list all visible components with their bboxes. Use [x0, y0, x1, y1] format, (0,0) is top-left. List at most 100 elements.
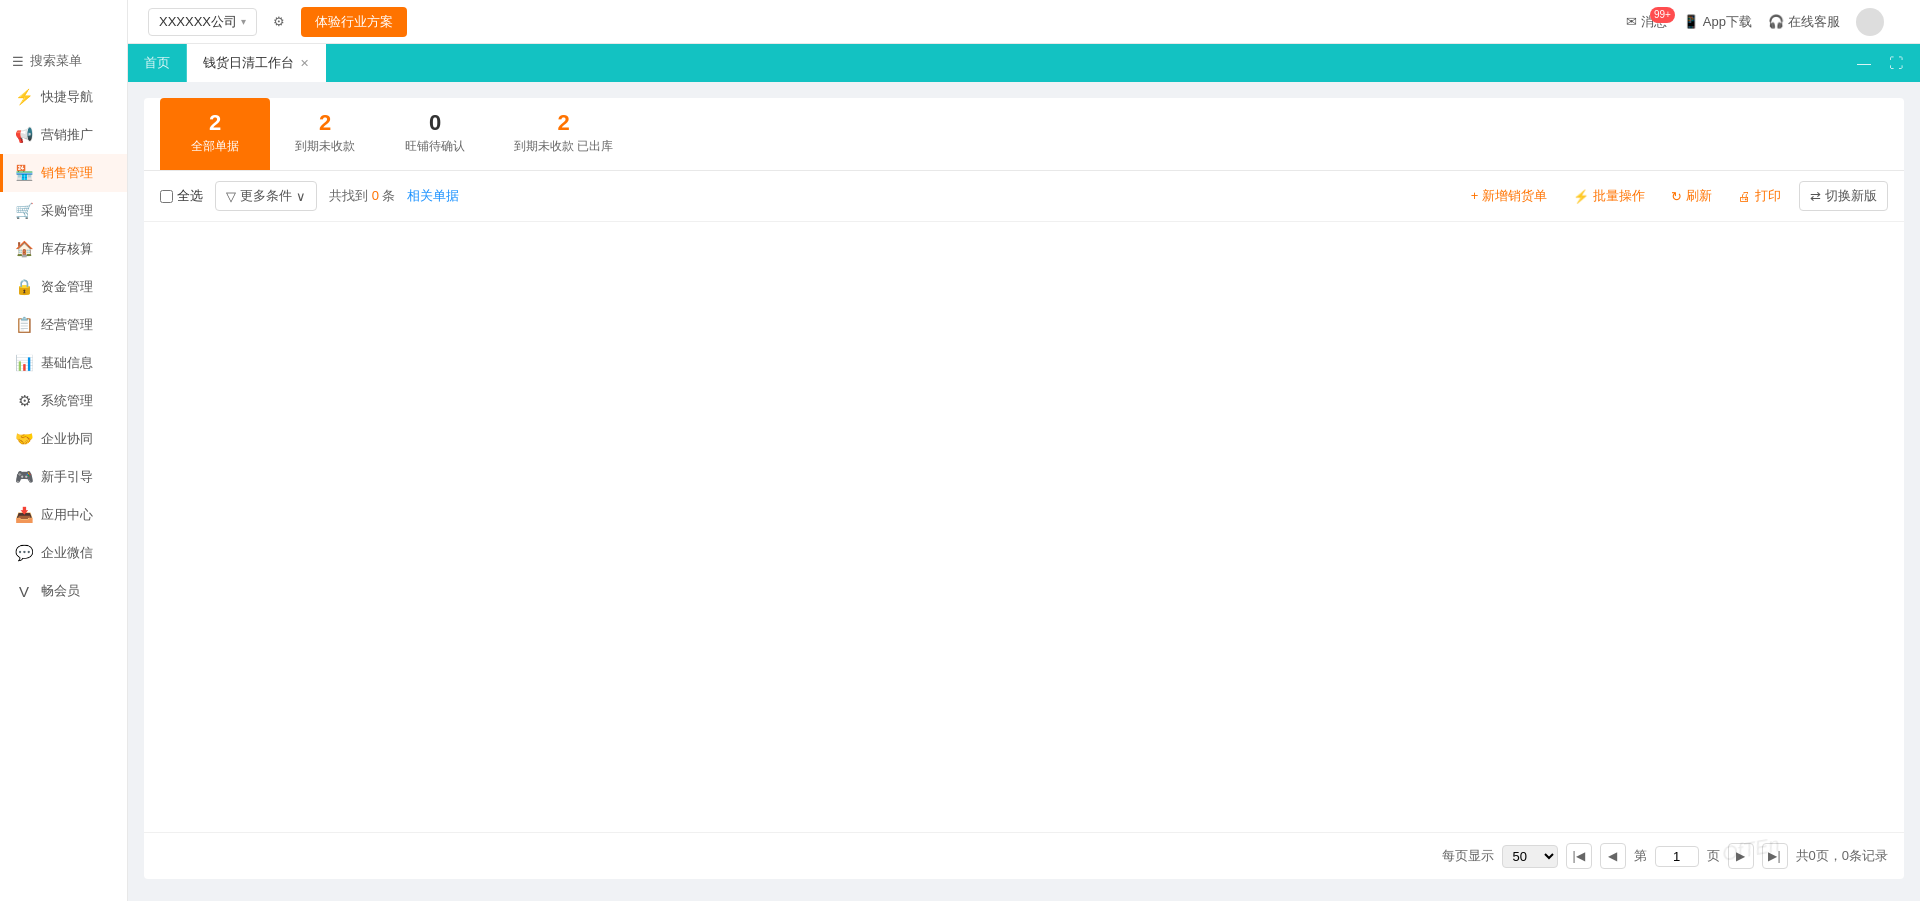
sidebar-label-guide: 新手引导	[41, 468, 93, 486]
page-label: 第	[1634, 847, 1647, 865]
sidebar-item-member[interactable]: V 畅会员	[0, 572, 127, 610]
company-selector[interactable]: XXXXXX公司 ▾	[148, 8, 257, 36]
sidebar-label-quick-nav: 快捷导航	[41, 88, 93, 106]
toolbar-left: 全选 ▽ 更多条件 ∨ 共找到 0 条 相关单据	[160, 181, 1447, 211]
message-icon: ✉	[1626, 14, 1637, 29]
messages-button[interactable]: ✉ 消息 99+	[1626, 13, 1667, 31]
sidebar-label-wechat: 企业微信	[41, 544, 93, 562]
online-service-label: 在线客服	[1788, 13, 1840, 31]
sidebar-icon-wechat: 💬	[15, 544, 33, 562]
app-download-label: App下载	[1703, 13, 1752, 31]
settings-button[interactable]: ⚙	[265, 8, 293, 36]
stats-label-0: 全部单据	[191, 138, 239, 155]
sidebar-item-basic-info[interactable]: 📊 基础信息	[0, 344, 127, 382]
avatar[interactable]	[1856, 8, 1884, 36]
stats-count-3: 2	[558, 110, 570, 136]
batch-operation-button[interactable]: ⚡ 批量操作	[1565, 182, 1653, 210]
trial-button[interactable]: 体验行业方案	[301, 7, 407, 37]
sidebar-label-member: 畅会员	[41, 582, 80, 600]
sidebar-item-inventory[interactable]: 🏠 库存核算	[0, 230, 127, 268]
sidebar-label-appstore: 应用中心	[41, 506, 93, 524]
last-page-button[interactable]: ▶|	[1762, 843, 1788, 869]
sidebar-label-finance: 资金管理	[41, 278, 93, 296]
sidebar-item-guide[interactable]: 🎮 新手引导	[0, 458, 127, 496]
service-icon: 🎧	[1768, 14, 1784, 29]
stats-tab-3[interactable]: 2 到期未收款 已出库	[490, 98, 637, 170]
nav-tab-1[interactable]: 钱货日清工作台 ✕	[187, 44, 326, 82]
sidebar-icon-operations: 📋	[15, 316, 33, 334]
sidebar-item-purchase[interactable]: 🛒 采购管理	[0, 192, 127, 230]
sidebar-item-wechat[interactable]: 💬 企业微信	[0, 534, 127, 572]
next-page-button[interactable]: ▶	[1728, 843, 1754, 869]
close-tab-icon-1[interactable]: ✕	[300, 57, 309, 70]
sidebar-label-enterprise: 企业协同	[41, 430, 93, 448]
switch-version-button[interactable]: ⇄ 切换新版	[1799, 181, 1888, 211]
sidebar-label-sales: 销售管理	[41, 164, 93, 182]
sidebar-label-inventory: 库存核算	[41, 240, 93, 258]
related-orders-link[interactable]: 相关单据	[407, 187, 459, 205]
messages-badge: 99+	[1650, 7, 1675, 23]
nav-tab-label-0: 首页	[144, 54, 170, 72]
sidebar-item-system[interactable]: ⚙ 系统管理	[0, 382, 127, 420]
maximize-button[interactable]: ⛶	[1884, 51, 1908, 75]
stats-tab-2[interactable]: 0 旺铺待确认	[380, 98, 490, 170]
filter-icon: ▽	[226, 189, 236, 204]
refresh-button[interactable]: ↻ 刷新	[1663, 182, 1720, 210]
sidebar-item-appstore[interactable]: 📥 应用中心	[0, 496, 127, 534]
sidebar-label-operations: 经营管理	[41, 316, 93, 334]
sidebar-item-enterprise[interactable]: 🤝 企业协同	[0, 420, 127, 458]
sidebar-label-marketing: 营销推广	[41, 126, 93, 144]
per-page-select[interactable]: 50 100 200	[1502, 845, 1558, 868]
sidebar-item-sales[interactable]: 🏪 销售管理	[0, 154, 127, 192]
main-content: 2 全部单据 2 到期未收款 0 旺铺待确认 2 到期未收款 已出库 全选 ▽ …	[128, 82, 1920, 901]
stats-count-0: 2	[209, 110, 221, 136]
nav-tab-0[interactable]: 首页	[128, 44, 187, 82]
sidebar-label-system: 系统管理	[41, 392, 93, 410]
sidebar-icon-appstore: 📥	[15, 506, 33, 524]
minimize-button[interactable]: —	[1852, 51, 1876, 75]
switch-icon: ⇄	[1810, 189, 1821, 204]
app-download-button[interactable]: 📱 App下载	[1683, 13, 1752, 31]
header-right: ✉ 消息 99+ 📱 App下载 🎧 在线客服	[1626, 8, 1908, 36]
search-menu-label: 搜索菜单	[30, 52, 82, 70]
nav-tabs: 首页 钱货日清工作台 ✕ — ⛶	[128, 44, 1920, 82]
sidebar-item-finance[interactable]: 🔒 资金管理	[0, 268, 127, 306]
pagination-footer: 每页显示 50 100 200 |◀ ◀ 第 页 ▶ ▶| 共0页，0条记录	[144, 832, 1904, 879]
search-icon: ☰	[12, 54, 24, 69]
toolbar-right: + 新增销货单 ⚡ 批量操作 ↻ 刷新 🖨 打印 ⇄ 切换新版	[1459, 181, 1888, 211]
nav-tab-label-1: 钱货日清工作台	[203, 54, 294, 72]
table-area	[144, 222, 1904, 832]
nav-tab-actions: — ⛶	[1852, 51, 1920, 75]
sidebar-label-purchase: 采购管理	[41, 202, 93, 220]
content-panel: 2 全部单据 2 到期未收款 0 旺铺待确认 2 到期未收款 已出库 全选 ▽ …	[144, 98, 1904, 879]
sidebar-icon-member: V	[15, 582, 33, 600]
sidebar-item-marketing[interactable]: 📢 营销推广	[0, 116, 127, 154]
first-page-button[interactable]: |◀	[1566, 843, 1592, 869]
sidebar-item-quick-nav[interactable]: ⚡ 快捷导航	[0, 78, 127, 116]
stats-label-2: 旺铺待确认	[405, 138, 465, 155]
sidebar-icon-quick-nav: ⚡	[15, 88, 33, 106]
select-all-checkbox[interactable]: 全选	[160, 187, 203, 205]
refresh-icon: ↻	[1671, 189, 1682, 204]
sidebar-item-operations[interactable]: 📋 经营管理	[0, 306, 127, 344]
online-service-button[interactable]: 🎧 在线客服	[1768, 13, 1840, 31]
batch-icon: ⚡	[1573, 189, 1589, 204]
per-page-label: 每页显示	[1442, 847, 1494, 865]
add-sales-order-button[interactable]: + 新增销货单	[1459, 182, 1555, 210]
search-menu-item[interactable]: ☰ 搜索菜单	[0, 44, 127, 78]
company-name: XXXXXX公司	[159, 13, 237, 31]
more-filters-button[interactable]: ▽ 更多条件 ∨	[215, 181, 317, 211]
page-number-input[interactable]	[1655, 846, 1699, 867]
sidebar-icon-enterprise: 🤝	[15, 430, 33, 448]
print-button[interactable]: 🖨 打印	[1730, 182, 1789, 210]
stats-count-2: 0	[429, 110, 441, 136]
chevron-down-icon: ▾	[241, 16, 246, 27]
prev-page-button[interactable]: ◀	[1600, 843, 1626, 869]
select-all-input[interactable]	[160, 190, 173, 203]
stats-tab-1[interactable]: 2 到期未收款	[270, 98, 380, 170]
more-filters-label: 更多条件	[240, 187, 292, 205]
stats-tab-0[interactable]: 2 全部单据	[160, 98, 270, 170]
top-header: 6 畅捷通好生意 标准版 XXXXXX公司 ▾ ⚙ 体验行业方案 ✉ 消息 99…	[0, 0, 1920, 44]
stats-label-3: 到期未收款 已出库	[514, 138, 613, 155]
toolbar: 全选 ▽ 更多条件 ∨ 共找到 0 条 相关单据 + 新增销货单	[144, 171, 1904, 222]
